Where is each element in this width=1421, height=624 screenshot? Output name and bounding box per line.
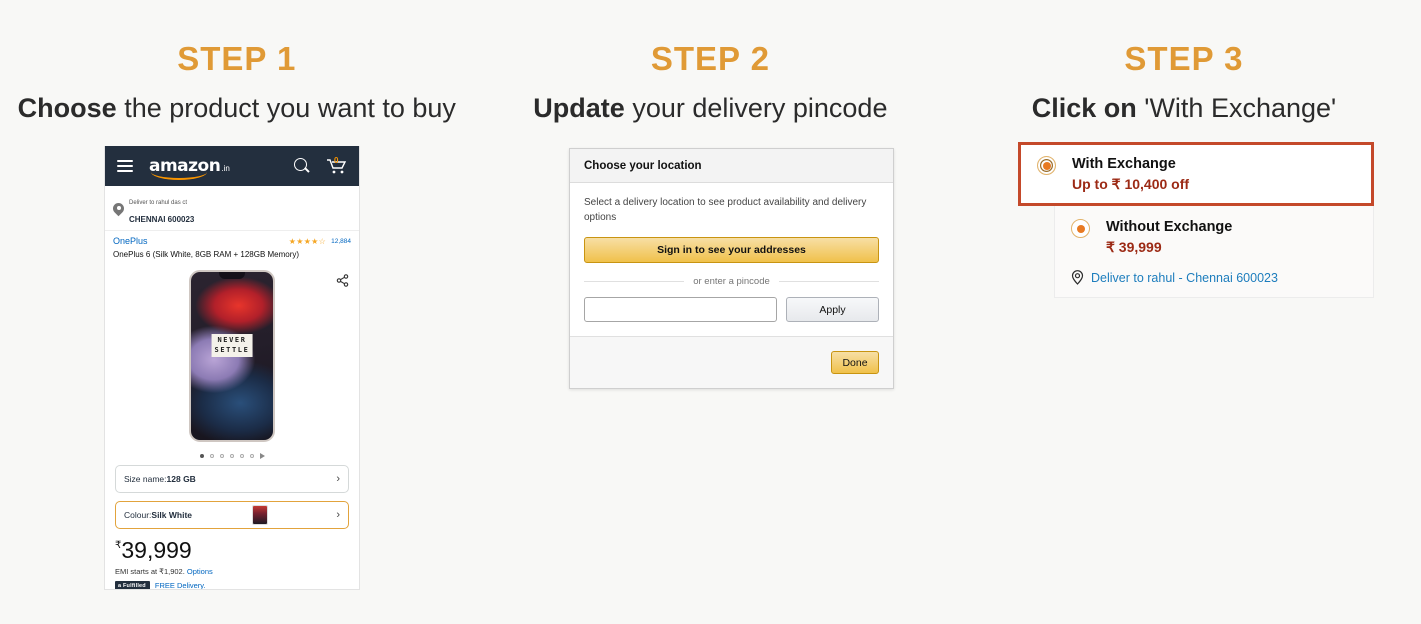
product-title: OnePlus 6 (Silk White, 8GB RAM + 128GB M… — [113, 250, 300, 259]
free-delivery-text: FREE Delivery. — [154, 581, 206, 590]
share-icon[interactable] — [336, 274, 349, 288]
deliver-to-link-text: Deliver to rahul - Chennai 600023 — [1091, 270, 1278, 285]
step-1-label: STEP 1 — [177, 40, 297, 77]
rating-block[interactable]: ★★★★☆ 12,884 — [289, 237, 351, 246]
image-carousel-dots[interactable] — [105, 450, 359, 465]
divider-line-right — [778, 281, 879, 282]
colour-selector-value: Silk White — [151, 510, 193, 521]
amazon-product-screenshot: amazon .in 0 Deliver to rahul das ct CHE… — [104, 146, 360, 590]
step-1-title-bold: Choose — [17, 93, 117, 123]
dialog-body: Select a delivery location to see produc… — [570, 183, 893, 322]
carousel-dot[interactable] — [249, 454, 254, 459]
divider-row: or enter a pincode — [584, 276, 879, 287]
deliver-to-line2: CHENNAI 600023 — [129, 215, 195, 224]
pincode-row: Apply — [584, 297, 879, 322]
without-exchange-title: Without Exchange — [1106, 219, 1233, 236]
deliver-to-bar[interactable]: Deliver to rahul das ct CHENNAI 600023 — [105, 186, 359, 231]
step-3-title-rest: 'With Exchange' — [1136, 93, 1337, 123]
with-exchange-text: With Exchange Up to ₹ 10,400 off — [1072, 155, 1189, 193]
play-icon[interactable] — [259, 453, 265, 460]
with-exchange-subtitle: Up to ₹ 10,400 off — [1072, 176, 1190, 193]
step-2-title-rest: your delivery pincode — [624, 93, 888, 123]
colour-selector-row[interactable]: Colour: Silk White › — [115, 501, 349, 530]
sign-in-button[interactable]: Sign in to see your addresses — [584, 237, 879, 263]
step-column-2: STEP 2 Update your delivery pincode — [474, 0, 948, 124]
wallpaper-line2: SETTLE — [214, 345, 250, 354]
product-image-area: NEVER SETTLE — [105, 260, 359, 450]
hamburger-icon[interactable] — [117, 160, 133, 172]
deliver-to-text: Deliver to rahul das ct CHENNAI 600023 — [129, 191, 194, 227]
product-price: ₹39,999 — [115, 539, 349, 562]
colour-selector-label: Colour: — [124, 510, 152, 521]
with-exchange-option[interactable]: With Exchange Up to ₹ 10,400 off — [1018, 142, 1374, 207]
phone-notch — [219, 272, 245, 280]
pincode-input[interactable] — [584, 297, 777, 322]
fulfilled-badge: a Fulfilled — [115, 581, 150, 589]
price-amount: 39,999 — [121, 537, 192, 564]
carousel-dot[interactable] — [209, 454, 214, 459]
brand-row: OnePlus ★★★★☆ 12,884 — [105, 231, 359, 246]
with-exchange-radio[interactable] — [1037, 156, 1056, 175]
steps-row: STEP 1 Choose the product you want to bu… — [0, 0, 1421, 124]
dialog-description: Select a delivery location to see produc… — [584, 197, 867, 223]
star-rating-icon: ★★★★☆ — [288, 236, 327, 246]
without-exchange-text: Without Exchange ₹ 39,999 — [1106, 218, 1232, 256]
brand-link[interactable]: OnePlus — [113, 236, 148, 246]
without-exchange-subtitle: ₹ 39,999 — [1106, 239, 1162, 256]
amazon-logo-suffix: .in — [221, 163, 230, 173]
deliver-to-line1: Deliver to rahul das ct — [129, 200, 188, 206]
exchange-options-panel: With Exchange Up to ₹ 10,400 off Without… — [1018, 142, 1374, 299]
product-image[interactable]: NEVER SETTLE — [189, 270, 275, 443]
review-count[interactable]: 12,884 — [331, 238, 351, 245]
colour-swatch-thumbnail[interactable] — [252, 505, 269, 526]
emi-line: EMI starts at ₹1,902. Options — [115, 567, 349, 576]
carousel-dot[interactable] — [219, 454, 224, 459]
step-1-title: Choose the product you want to buy — [0, 93, 474, 124]
chevron-right-icon: › — [336, 473, 340, 486]
without-exchange-option[interactable]: Without Exchange ₹ 39,999 — [1055, 218, 1373, 256]
size-selector-label: Size name: — [124, 474, 167, 485]
choose-location-dialog: Choose your location Select a delivery l… — [569, 148, 894, 389]
deliver-to-link[interactable]: Deliver to rahul - Chennai 600023 — [1071, 270, 1373, 286]
without-exchange-card: Without Exchange ₹ 39,999 Deliver to rah… — [1054, 206, 1374, 299]
step-2-title-bold: Update — [533, 93, 625, 123]
wallpaper-text: NEVER SETTLE — [211, 334, 253, 358]
divider-line-left — [584, 281, 685, 282]
with-exchange-title: With Exchange — [1072, 156, 1176, 172]
cart-count: 0 — [334, 156, 339, 165]
step-2-title: Update your delivery pincode — [474, 93, 948, 124]
location-pin-icon — [113, 203, 124, 216]
dialog-title: Choose your location — [570, 149, 893, 183]
step-1-title-rest: the product you want to buy — [116, 93, 456, 123]
amazon-smile-icon — [151, 172, 207, 180]
wallpaper-line1: NEVER — [217, 336, 247, 345]
carousel-dot[interactable] — [199, 454, 204, 459]
step-3-label: STEP 3 — [1124, 40, 1244, 77]
amazon-nav-bar: amazon .in 0 — [105, 146, 359, 186]
amazon-logo[interactable]: amazon .in — [149, 157, 230, 180]
divider-text: or enter a pincode — [693, 276, 770, 287]
step-3-title-bold: Click on — [1031, 93, 1137, 123]
emi-options-link[interactable]: Options — [187, 567, 213, 576]
shipping-line: a Fulfilled FREE Delivery. — [115, 581, 349, 590]
search-icon[interactable] — [294, 157, 311, 175]
step-3-title: Click on 'With Exchange' — [947, 93, 1421, 124]
apply-button[interactable]: Apply — [786, 297, 879, 322]
nav-right-icons: 0 — [294, 156, 347, 175]
size-selector-value: 128 GB — [166, 474, 196, 485]
carousel-dot[interactable] — [239, 454, 244, 459]
chevron-right-icon: › — [336, 509, 340, 522]
step-column-3: STEP 3 Click on 'With Exchange' — [947, 0, 1421, 124]
dialog-footer: Done — [570, 336, 893, 388]
cart-icon[interactable]: 0 — [325, 156, 347, 175]
size-selector-row[interactable]: Size name: 128 GB › — [115, 465, 349, 494]
without-exchange-radio[interactable] — [1071, 219, 1090, 239]
carousel-dot[interactable] — [229, 454, 234, 459]
done-button[interactable]: Done — [831, 351, 879, 374]
emi-text: EMI starts at ₹1,902. — [115, 567, 187, 577]
step-column-1: STEP 1 Choose the product you want to bu… — [0, 0, 474, 124]
location-pin-icon — [1071, 270, 1084, 286]
price-block: ₹39,999 EMI starts at ₹1,902. Options a … — [105, 537, 359, 590]
step-2-label: STEP 2 — [650, 40, 770, 77]
